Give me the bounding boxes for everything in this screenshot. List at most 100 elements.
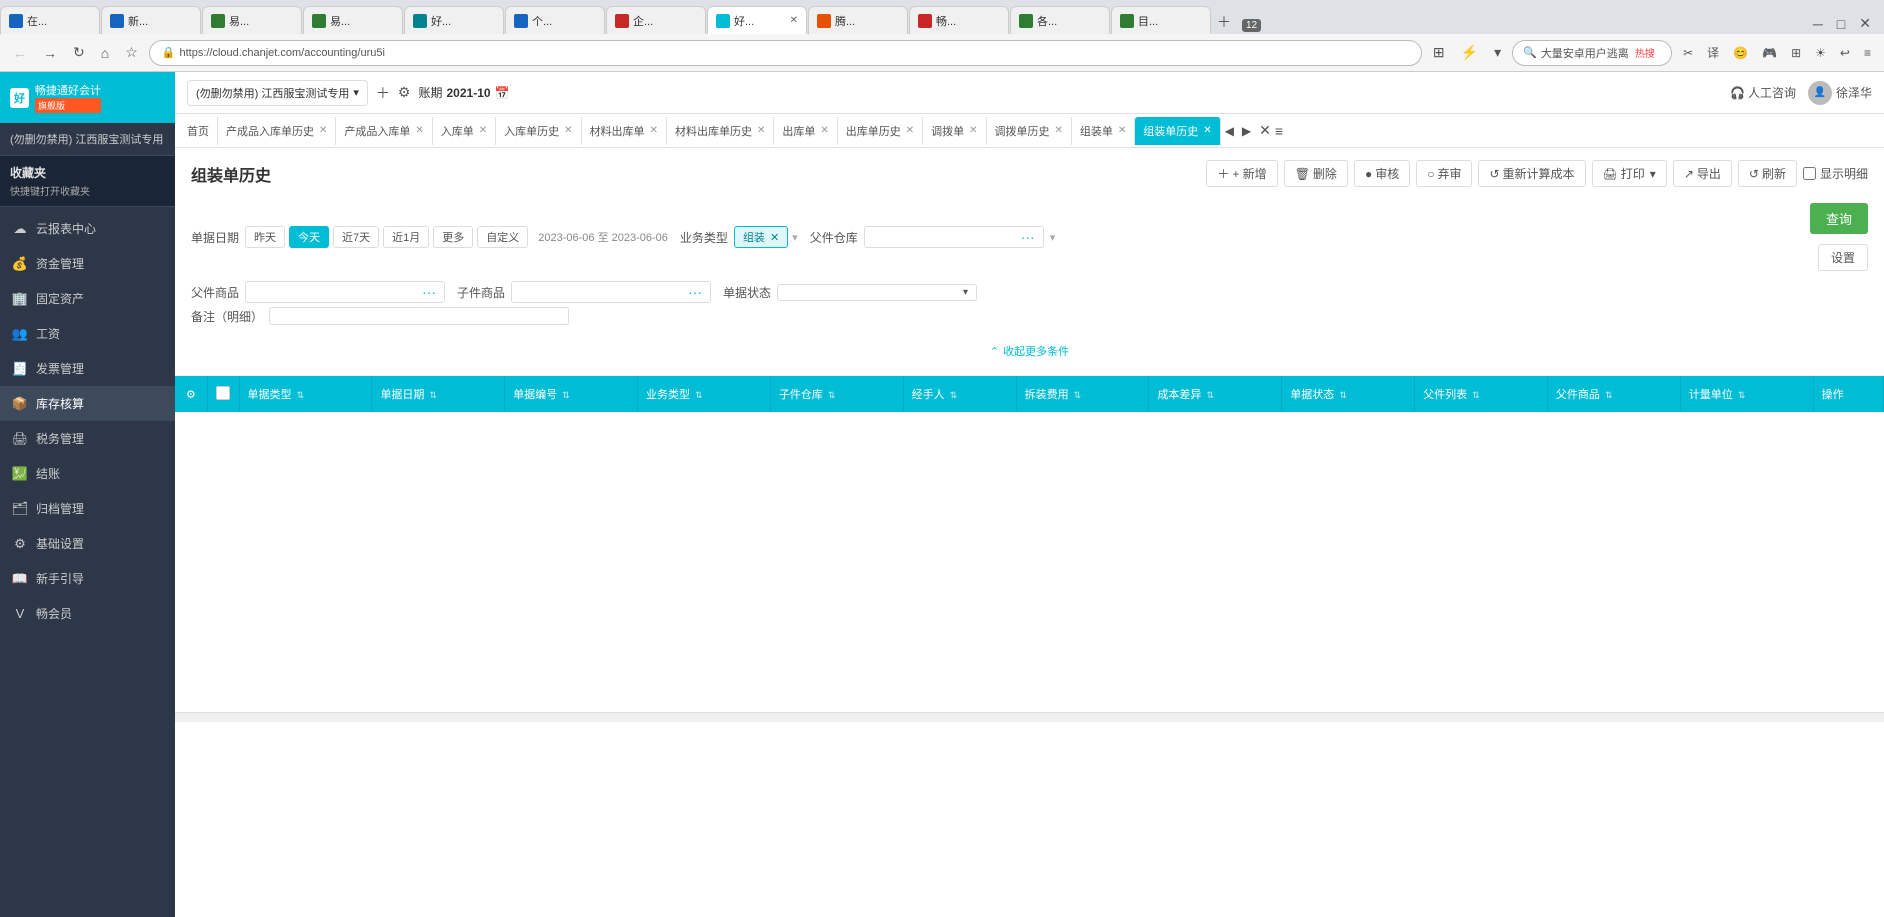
sun-btn[interactable]: ☀ [1810, 44, 1831, 62]
nav-tab-12-close[interactable]: ✕ [1203, 125, 1211, 136]
nav-tab-4[interactable]: 入库单历史 ✕ [496, 117, 581, 145]
sidebar-item-member[interactable]: V 畅会员 [0, 596, 175, 631]
th-settings[interactable]: ⚙ [175, 376, 207, 412]
close-button[interactable]: ✕ [1854, 13, 1876, 34]
new-tab-button[interactable]: ＋ [1212, 10, 1236, 34]
back-button[interactable]: ← [8, 43, 32, 63]
th-disassembly-fee[interactable]: 拆装费用 ⇅ [1016, 376, 1149, 412]
sidebar-item-archive[interactable]: 🗂 归档管理 [0, 491, 175, 526]
sidebar-item-funds[interactable]: 💰 资金管理 [0, 246, 175, 281]
undo-btn[interactable]: ↩ [1835, 44, 1855, 62]
nav-tab-10[interactable]: 调拨单历史 ✕ [987, 117, 1072, 145]
browser-tab-7[interactable]: 企... [606, 6, 706, 34]
th-child-warehouse[interactable]: 子件仓库 ⇅ [770, 376, 903, 412]
minimize-button[interactable]: ─ [1808, 14, 1828, 34]
nav-tab-1-close[interactable]: ✕ [319, 125, 327, 136]
date-btn-7days[interactable]: 近7天 [333, 226, 379, 248]
menu-btn[interactable]: ≡ [1859, 44, 1876, 62]
nav-tab-12[interactable]: 组装单历史 ✕ [1135, 117, 1220, 145]
sidebar-item-inventory[interactable]: 📦 库存核算 [0, 386, 175, 421]
sidebar-item-payroll[interactable]: 👥 工资 [0, 316, 175, 351]
nav-tab-3-close[interactable]: ✕ [479, 125, 487, 136]
bookmark-button[interactable]: ☆ [120, 42, 143, 63]
date-btn-yesterday[interactable]: 昨天 [245, 226, 285, 248]
sidebar-item-settings[interactable]: ⚙ 基础设置 [0, 526, 175, 561]
date-btn-more[interactable]: 更多 [433, 226, 473, 248]
nav-tab-home[interactable]: 首页 [179, 117, 218, 145]
show-detail-checkbox[interactable] [1803, 167, 1816, 180]
sidebar-item-guide[interactable]: 📖 新手引导 [0, 561, 175, 596]
collapse-btn[interactable]: ⌃ 收起更多条件 [191, 339, 1868, 363]
nav-tab-7-close[interactable]: ✕ [820, 125, 828, 136]
th-business-type[interactable]: 业务类型 ⇅ [637, 376, 770, 412]
print-btn[interactable]: 🖨 打印 ▾ [1592, 160, 1667, 187]
browser-tab-4[interactable]: 易... [303, 6, 403, 34]
nav-tab-8[interactable]: 出库单历史 ✕ [838, 117, 923, 145]
nav-tabs-arrow-left[interactable]: ◀ [1221, 124, 1238, 138]
browser-tab-6[interactable]: 个... [505, 6, 605, 34]
sidebar-company[interactable]: (勿删勿禁用) 江西服宝测试专用 [0, 123, 175, 156]
browser-tab-5[interactable]: 好... [404, 6, 504, 34]
export-btn[interactable]: ↗ 导出 [1673, 160, 1732, 187]
calendar-icon[interactable]: 📅 [495, 86, 510, 100]
tab-close-8[interactable]: ✕ [786, 15, 798, 26]
th-parent-list[interactable]: 父件列表 ⇅ [1415, 376, 1548, 412]
nav-tab-8-close[interactable]: ✕ [906, 125, 914, 136]
maximize-button[interactable]: □ [1832, 14, 1850, 34]
child-goods-dots[interactable]: ··· [688, 284, 702, 300]
browser-tab-9[interactable]: 腾... [808, 6, 908, 34]
more-tabs-menu[interactable]: ≡ [1275, 123, 1283, 139]
audit-btn[interactable]: ● 审核 [1354, 160, 1410, 187]
browser-tab-8[interactable]: 好... ✕ [707, 6, 807, 34]
company-selector[interactable]: (勿删勿禁用) 江西服宝测试专用 ▾ [187, 80, 368, 106]
browser-tab-1[interactable]: 在... [0, 6, 100, 34]
nav-tab-3[interactable]: 入库单 ✕ [433, 117, 496, 145]
browser-tab-3[interactable]: 易... [202, 6, 302, 34]
parent-warehouse-dropdown[interactable]: ▾ [1050, 231, 1056, 244]
delete-btn[interactable]: 🗑 删除 [1284, 160, 1348, 187]
qr-button[interactable]: ⊞ [1428, 42, 1450, 63]
recalculate-btn[interactable]: ↺ 重新计算成本 [1478, 160, 1585, 187]
nav-tab-1[interactable]: 产成品入库单历史 ✕ [218, 117, 336, 145]
parent-goods-input[interactable]: ··· [245, 281, 445, 303]
search-area[interactable]: 🔍 大量安卓用户逃离 热搜 [1512, 40, 1672, 66]
grid-btn[interactable]: ⊞ [1786, 44, 1806, 62]
th-handler[interactable]: 经手人 ⇅ [903, 376, 1016, 412]
nav-tab-7[interactable]: 出库单 ✕ [774, 117, 837, 145]
th-check[interactable] [207, 376, 239, 412]
parent-goods-dots[interactable]: ··· [422, 284, 436, 300]
translate-btn[interactable]: 译 [1702, 42, 1724, 63]
new-btn[interactable]: ＋ + 新增 [1206, 160, 1277, 187]
th-cost-diff[interactable]: 成本差异 ⇅ [1149, 376, 1282, 412]
nav-tab-2[interactable]: 产成品入库单 ✕ [336, 117, 432, 145]
nav-tab-10-close[interactable]: ✕ [1055, 125, 1063, 136]
scissors-btn[interactable]: ✂ [1678, 44, 1698, 62]
header-service[interactable]: 🎧 人工咨询 [1730, 84, 1796, 101]
date-btn-1month[interactable]: 近1月 [383, 226, 429, 248]
settings-btn-header[interactable]: ⚙ [398, 84, 411, 101]
sidebar-item-assets[interactable]: 🏢 固定资产 [0, 281, 175, 316]
dropdown-button[interactable]: ▾ [1489, 42, 1506, 63]
address-bar[interactable]: 🔒 https://cloud.chanjet.com/accounting/u… [149, 40, 1422, 66]
nav-tab-9[interactable]: 调拨单 ✕ [923, 117, 986, 145]
bill-status-select[interactable]: ▾ [777, 284, 977, 301]
th-bill-no[interactable]: 单据编号 ⇅ [505, 376, 638, 412]
child-goods-input[interactable]: ··· [511, 281, 711, 303]
nav-tab-5[interactable]: 材料出库单 ✕ [582, 117, 667, 145]
setting-btn[interactable]: 设置 [1818, 244, 1868, 271]
nav-tab-4-close[interactable]: ✕ [564, 125, 572, 136]
sidebar-item-reports[interactable]: ☁ 云报表中心 [0, 211, 175, 246]
date-btn-today[interactable]: 今天 [289, 226, 329, 248]
date-btn-custom[interactable]: 自定义 [477, 226, 528, 248]
nav-tab-6-close[interactable]: ✕ [757, 125, 765, 136]
th-parent-goods[interactable]: 父件商品 ⇅ [1547, 376, 1680, 412]
nav-tab-11[interactable]: 组装单 ✕ [1072, 117, 1135, 145]
browser-tab-2[interactable]: 新... [101, 6, 201, 34]
parent-warehouse-input[interactable]: ··· [864, 226, 1044, 248]
refresh-btn[interactable]: ↺ 刷新 [1738, 160, 1797, 187]
query-btn[interactable]: 查询 [1810, 203, 1868, 234]
browser-tab-10[interactable]: 畅... [909, 6, 1009, 34]
business-type-tag-close[interactable]: ✕ [770, 231, 779, 244]
nav-tab-9-close[interactable]: ✕ [969, 125, 977, 136]
favorites-sub[interactable]: 快捷键打开收藏夹 [10, 183, 165, 198]
